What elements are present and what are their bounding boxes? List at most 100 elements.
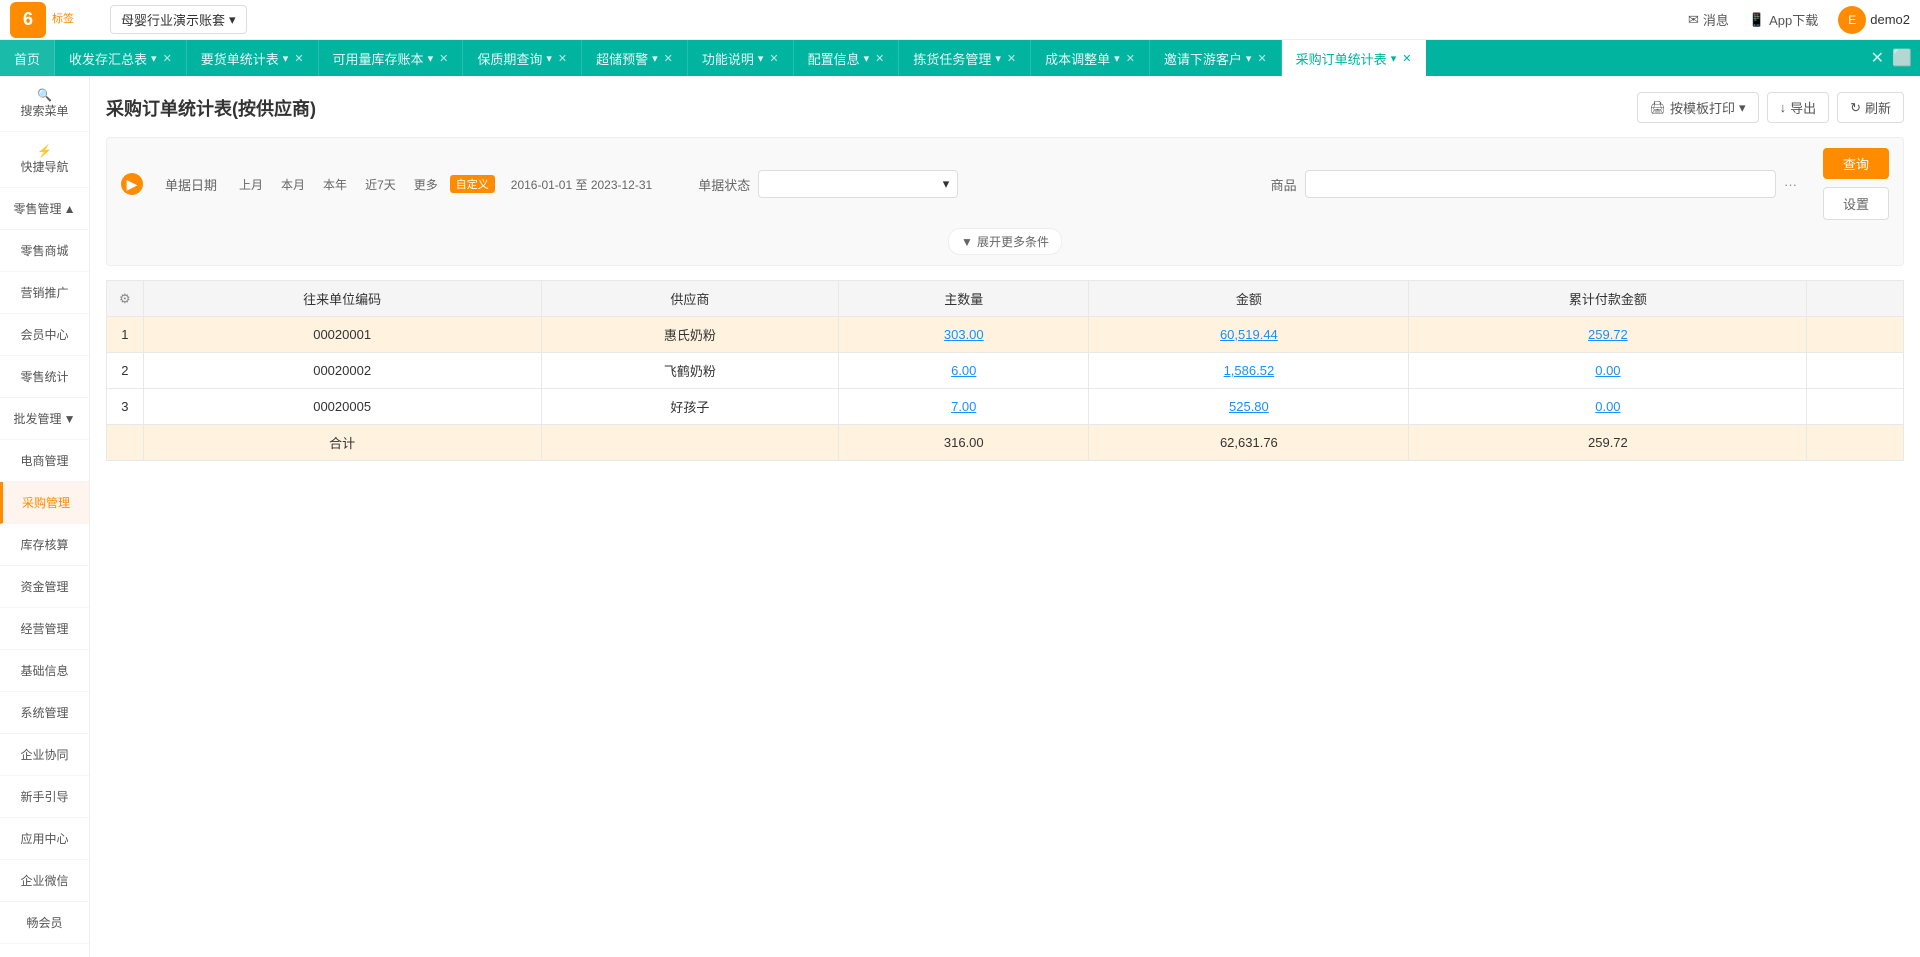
sidebar-item-finance-mgmt[interactable]: 资金管理 [0, 566, 89, 608]
tab-close-icon5[interactable]: ✕ [664, 52, 673, 65]
sidebar-item-search[interactable]: 🔍 搜索菜单 [0, 76, 89, 132]
status-select[interactable]: ▾ [758, 170, 958, 198]
logo-icon: 6 [10, 2, 46, 38]
tab-function-desc[interactable]: 功能说明 ▾ ✕ [688, 40, 794, 76]
sidebar-ecommerce-label: 电商管理 [6, 452, 83, 469]
sidebar-purchase-mgmt-label: 采购管理 [9, 494, 83, 511]
sidebar-item-shortcut[interactable]: ⚡ 快捷导航 [0, 132, 89, 188]
sidebar-item-retail-mgmt[interactable]: 零售管理 ▲ [0, 188, 89, 230]
shortcut-this-year[interactable]: 本年 [317, 174, 353, 195]
tab-close-icon9[interactable]: ✕ [1126, 52, 1135, 65]
top-right: ✉ 消息 📱 App下载 E demo2 [1688, 6, 1910, 34]
tab-cost-adjust[interactable]: 成本调整单 ▾ ✕ [1031, 40, 1150, 76]
sidebar-item-vip[interactable]: 畅会员 [0, 902, 89, 944]
sidebar-item-inventory-check[interactable]: 库存核算 [0, 524, 89, 566]
print-label: 按模板打印 [1670, 98, 1735, 117]
custom-badge[interactable]: 自定义 [450, 175, 495, 193]
sidebar-item-enterprise-collab[interactable]: 企业协同 [0, 734, 89, 776]
tab-purchase-summary[interactable]: 采购订单统计表 ▾ ✕ [1282, 40, 1427, 76]
tab-close-icon7[interactable]: ✕ [875, 52, 884, 65]
goods-input[interactable] [1305, 170, 1776, 198]
sidebar-item-wholesale-mgmt[interactable]: 批发管理 ▼ [0, 398, 89, 440]
qty-link[interactable]: 6.00 [951, 363, 976, 378]
sidebar-item-retail-mall[interactable]: 零售商城 [0, 230, 89, 272]
table-row: 1 00020001 惠氏奶粉 303.00 60,519.44 259.72 [107, 317, 1904, 353]
paid-link[interactable]: 259.72 [1588, 327, 1628, 342]
sidebar-item-operations-mgmt[interactable]: 经营管理 [0, 608, 89, 650]
goods-more-icon[interactable]: ··· [1784, 177, 1797, 192]
tab-close-icon8[interactable]: ✕ [1007, 52, 1016, 65]
workspace-select[interactable]: 母婴行业演示账套 ▾ [110, 5, 247, 34]
search-button[interactable]: 查询 [1823, 148, 1889, 179]
tab-available-stock[interactable]: 可用量库存账本 ▾ ✕ [319, 40, 464, 76]
sidebar-item-purchase-mgmt[interactable]: 采购管理 [0, 482, 89, 524]
tab-close-icon4[interactable]: ✕ [558, 52, 567, 65]
sidebar-item-app-center[interactable]: 应用中心 [0, 818, 89, 860]
tab-arrow-icon10: ▾ [1246, 52, 1252, 65]
tab-invite-downstream[interactable]: 邀请下游客户 ▾ ✕ [1150, 40, 1282, 76]
tab-arrow-icon11: ▾ [1391, 52, 1397, 65]
page-title-row: 采购订单统计表(按供应商) 🖨 按模板打印 ▾ ↓ 导出 ↻ 刷新 [106, 92, 1904, 123]
tab-goods-summary[interactable]: 要货单统计表 ▾ ✕ [187, 40, 319, 76]
sidebar-item-new-guide[interactable]: 新手引导 [0, 776, 89, 818]
sidebar-item-basic-info[interactable]: 基础信息 [0, 650, 89, 692]
shortcut-this-month[interactable]: 本月 [275, 174, 311, 195]
table-header-row: ⚙ 往来单位编码 供应商 主数量 金额 累计付款金额 [107, 281, 1904, 317]
sidebar-item-enterprise-wechat[interactable]: 企业微信 [0, 860, 89, 902]
export-button[interactable]: ↓ 导出 [1767, 92, 1830, 123]
close-all-tabs-icon[interactable]: ✕ [1871, 48, 1884, 68]
main-content: 采购订单统计表(按供应商) 🖨 按模板打印 ▾ ↓ 导出 ↻ 刷新 [90, 76, 1920, 957]
tab-close-icon10[interactable]: ✕ [1257, 52, 1266, 65]
tab-arrow-icon4: ▾ [546, 52, 552, 65]
qty-link[interactable]: 303.00 [944, 327, 984, 342]
sidebar-item-member-center[interactable]: 会员中心 [0, 314, 89, 356]
app-download-btn[interactable]: 📱 App下载 [1749, 10, 1818, 29]
tab-overstock[interactable]: 超储预警 ▾ ✕ [582, 40, 688, 76]
footer-label: 合计 [143, 425, 541, 461]
refresh-button[interactable]: ↻ 刷新 [1837, 92, 1904, 123]
col-qty: 主数量 [839, 281, 1089, 317]
tab-close-icon[interactable]: ✕ [163, 52, 172, 65]
expand-label: 展开更多条件 [977, 233, 1049, 250]
message-btn[interactable]: ✉ 消息 [1688, 10, 1729, 29]
paid-link[interactable]: 0.00 [1595, 363, 1620, 378]
paid-link[interactable]: 0.00 [1595, 399, 1620, 414]
expand-conditions-button[interactable]: ▼ 展开更多条件 [948, 228, 1062, 255]
page-title: 采购订单统计表(按供应商) [106, 95, 316, 121]
tab-invite-downstream-label: 邀请下游客户 [1164, 49, 1242, 68]
col-settings[interactable]: ⚙ [107, 281, 144, 317]
amount-link[interactable]: 60,519.44 [1220, 327, 1278, 342]
footer-paid: 259.72 [1409, 425, 1807, 461]
filter-toggle-button[interactable]: ▶ [121, 173, 143, 195]
tab-home[interactable]: 首页 [0, 40, 55, 76]
tab-config-info-label: 配置信息 [808, 49, 860, 68]
tab-close-icon11[interactable]: ✕ [1402, 52, 1411, 65]
sidebar-item-system-mgmt[interactable]: 系统管理 [0, 692, 89, 734]
amount-link[interactable]: 525.80 [1229, 399, 1269, 414]
restore-tab-icon[interactable]: ⬜ [1892, 48, 1912, 68]
user-area[interactable]: E demo2 [1838, 6, 1910, 34]
sidebar-item-ecommerce-mgmt[interactable]: 电商管理 [0, 440, 89, 482]
setting-button[interactable]: 设置 [1823, 187, 1889, 220]
tab-close-icon6[interactable]: ✕ [769, 52, 778, 65]
sidebar-item-marketing[interactable]: 营销推广 [0, 272, 89, 314]
tab-pick-task[interactable]: 拣货任务管理 ▾ ✕ [899, 40, 1031, 76]
shortcut-more[interactable]: 更多 [408, 174, 444, 195]
amount-link[interactable]: 1,586.52 [1224, 363, 1275, 378]
sidebar-operations-label: 经营管理 [6, 620, 83, 637]
column-settings-icon[interactable]: ⚙ [119, 291, 131, 306]
shortcut-7days[interactable]: 近7天 [359, 174, 402, 195]
filter-expand-row: ▼ 展开更多条件 [121, 228, 1889, 255]
qty-link[interactable]: 7.00 [951, 399, 976, 414]
print-button[interactable]: 🖨 按模板打印 ▾ [1637, 92, 1759, 123]
tab-close-icon2[interactable]: ✕ [294, 52, 303, 65]
workspace-label: 母婴行业演示账套 [121, 10, 225, 29]
avatar: E [1838, 6, 1866, 34]
tab-warranty[interactable]: 保质期查询 ▾ ✕ [463, 40, 582, 76]
tab-close-icon3[interactable]: ✕ [439, 52, 448, 65]
row-paid: 0.00 [1409, 353, 1807, 389]
tab-config-info[interactable]: 配置信息 ▾ ✕ [794, 40, 900, 76]
shortcut-last-month[interactable]: 上月 [233, 174, 269, 195]
sidebar-item-retail-stats[interactable]: 零售统计 [0, 356, 89, 398]
tab-receive-send[interactable]: 收发存汇总表 ▾ ✕ [55, 40, 187, 76]
